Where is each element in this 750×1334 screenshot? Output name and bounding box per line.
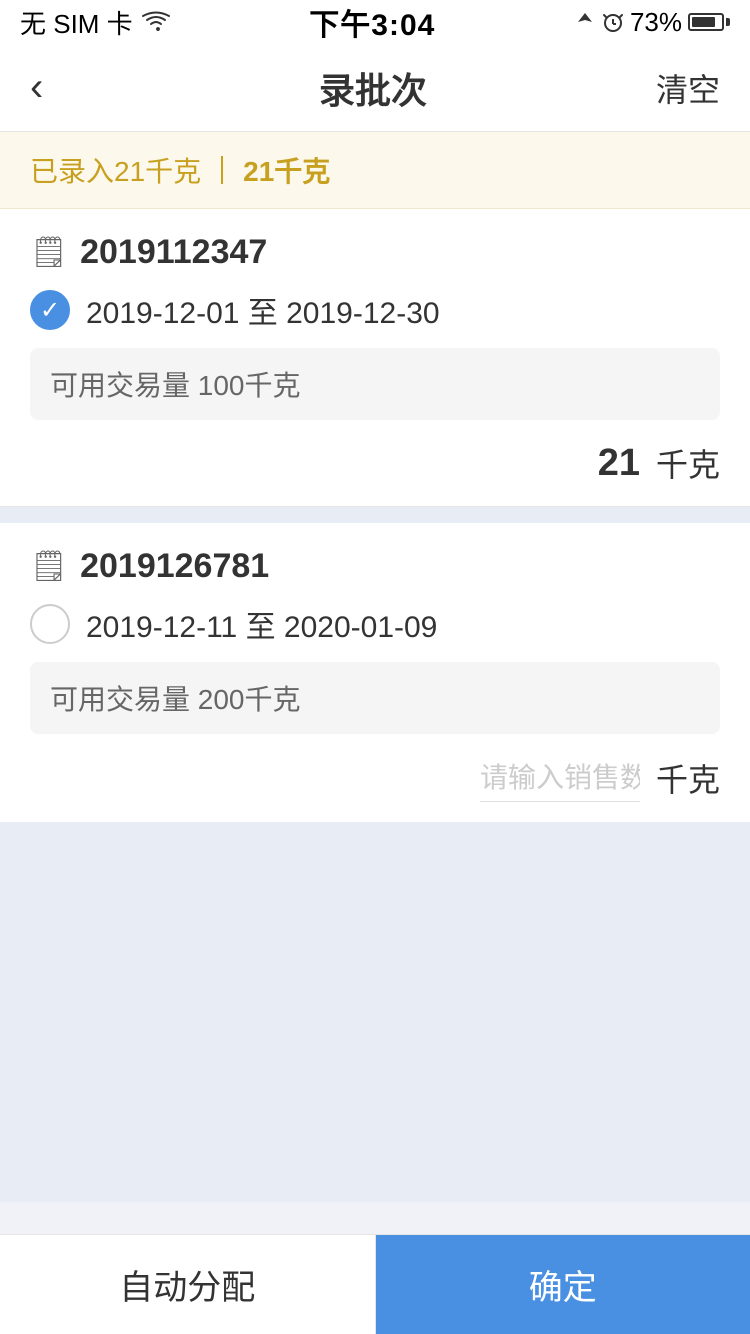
batch-item-2: 🗒 2019126781 2019-12-11 至 2020-01-09 可用交… — [0, 523, 750, 734]
quantity-input-1[interactable] — [480, 442, 640, 485]
alarm-icon — [602, 11, 624, 33]
status-bar: 无 SIM 卡 下午3:04 73% — [0, 0, 750, 44]
sim-text: 无 SIM 卡 — [20, 4, 133, 41]
back-button[interactable]: ‹ — [30, 65, 90, 110]
batch1-icon: 🗒 — [30, 235, 68, 270]
confirm-button[interactable]: 确定 — [376, 1235, 750, 1334]
main-content: 🗒 2019112347 ✓ 2019-12-01 至 2019-12-30 可… — [0, 209, 750, 1302]
batch2-avail: 可用交易量 200千克 — [30, 662, 720, 734]
battery-icon — [688, 13, 730, 31]
wifi-icon — [141, 11, 171, 33]
quantity-line-wrap-1 — [480, 442, 640, 485]
info-banner: 已录入21千克 21千克 — [0, 132, 750, 209]
info-divider — [221, 156, 223, 184]
info-label: 已录入21千克 — [30, 150, 201, 190]
auto-distribute-button[interactable]: 自动分配 — [0, 1235, 376, 1334]
quantity-unit-2: 千克 — [656, 755, 720, 801]
page-title: 录批次 — [319, 62, 427, 114]
batch1-id: 2019112347 — [80, 233, 267, 272]
batch1-date-row[interactable]: ✓ 2019-12-01 至 2019-12-30 — [30, 288, 720, 332]
location-icon — [574, 11, 596, 33]
bottom-bar: 自动分配 确定 — [0, 1234, 750, 1334]
info-value: 21千克 — [243, 150, 330, 190]
empty-area — [0, 822, 750, 1202]
status-right: 73% — [574, 7, 730, 38]
clear-button[interactable]: 清空 — [656, 65, 720, 111]
batch-item-1: 🗒 2019112347 ✓ 2019-12-01 至 2019-12-30 可… — [0, 209, 750, 420]
batch2-icon: 🗒 — [30, 549, 68, 584]
quantity-row-2: 千克 — [0, 734, 750, 822]
battery-percent: 73% — [630, 7, 682, 38]
batch2-header: 🗒 2019126781 — [30, 547, 720, 586]
quantity-input-2[interactable] — [480, 754, 640, 797]
batch2-avail-text: 可用交易量 200千克 — [50, 684, 301, 715]
section-separator — [0, 507, 750, 523]
batch1-radio[interactable]: ✓ — [30, 290, 70, 330]
nav-bar: ‹ 录批次 清空 — [0, 44, 750, 132]
batch1-avail: 可用交易量 100千克 — [30, 348, 720, 420]
batch2-date: 2019-12-11 至 2020-01-09 — [86, 602, 437, 646]
batch1-check-icon: ✓ — [40, 296, 60, 325]
batch1-avail-text: 可用交易量 100千克 — [50, 370, 301, 401]
quantity-line-wrap-2 — [480, 754, 640, 802]
batch2-radio[interactable] — [30, 604, 70, 644]
batch1-date: 2019-12-01 至 2019-12-30 — [86, 288, 440, 332]
batch1-header: 🗒 2019112347 — [30, 233, 720, 272]
quantity-row-1: 千克 — [0, 420, 750, 507]
status-time: 下午3:04 — [309, 0, 435, 44]
status-left: 无 SIM 卡 — [20, 4, 171, 41]
quantity-unit-1: 千克 — [656, 440, 720, 486]
batch2-date-row[interactable]: 2019-12-11 至 2020-01-09 — [30, 602, 720, 646]
batch2-id: 2019126781 — [80, 547, 269, 586]
